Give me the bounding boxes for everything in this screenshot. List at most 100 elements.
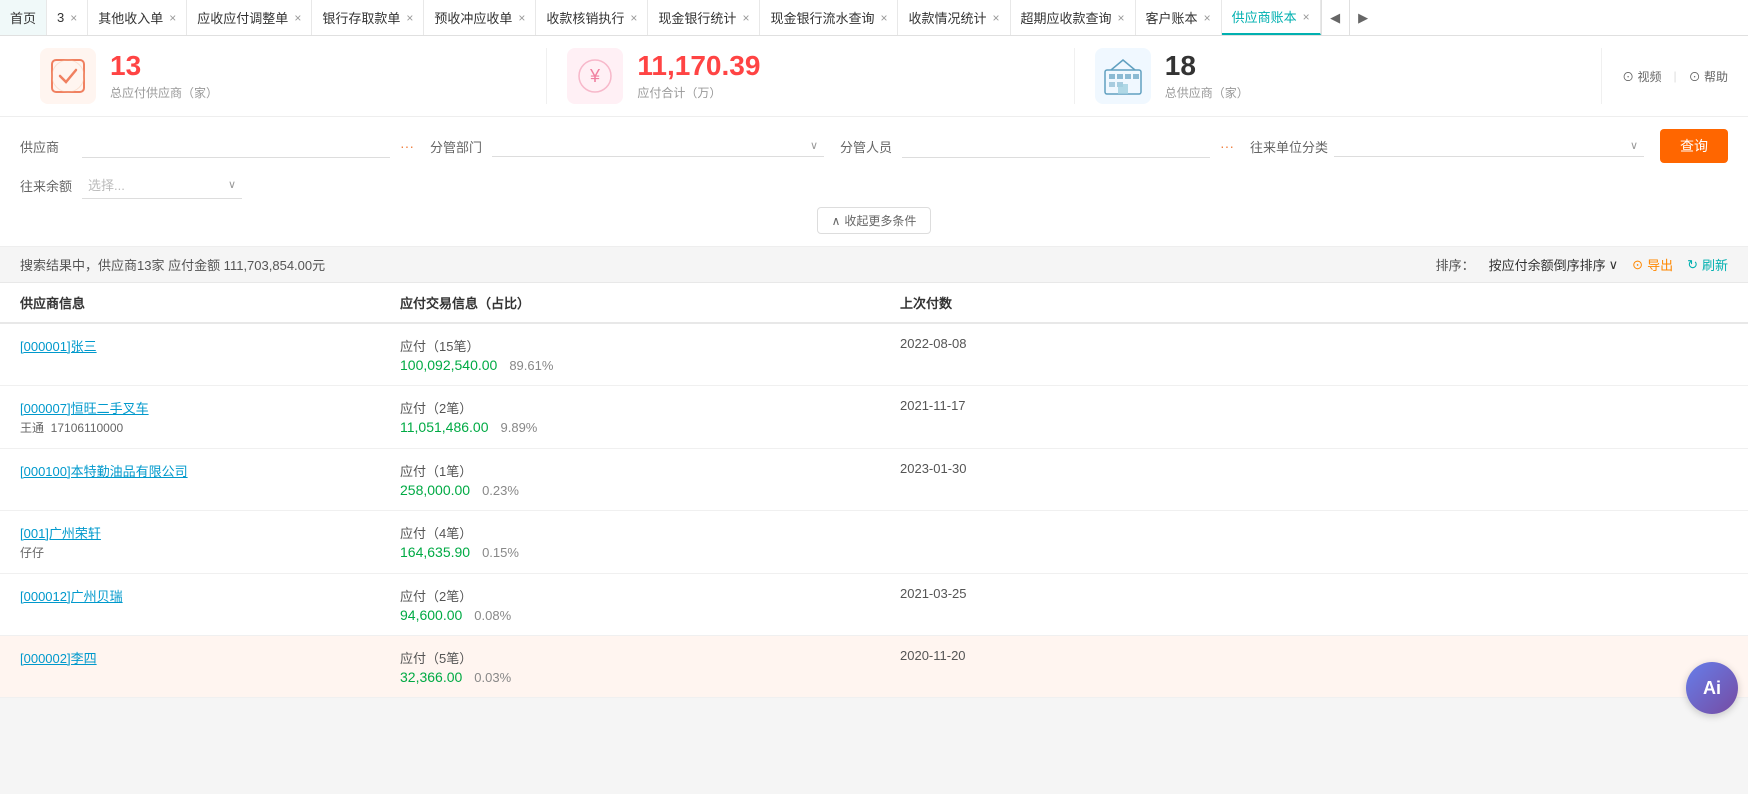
- nav-overdue-ar[interactable]: 超期应收款查询 ×: [1011, 0, 1136, 35]
- supplier-name-link[interactable]: [000007]恒旺二手叉车: [20, 398, 400, 417]
- filter-area: 供应商 ··· 分管部门 ∨ 分管人员 ··· 往来单位分类 ∨ 查询 往来: [0, 117, 1748, 247]
- balance-filter-label: 往来余额: [20, 176, 76, 195]
- last-pay-date: 2021-11-17: [900, 398, 966, 413]
- transaction-col: 应付（5笔） 32,366.00 0.03%: [400, 648, 900, 685]
- sort-select[interactable]: 按应付余额倒序排序 ∨: [1489, 255, 1619, 274]
- close-icon[interactable]: ×: [880, 11, 887, 25]
- supplier-ellipsis-btn[interactable]: ···: [400, 138, 414, 154]
- person-input[interactable]: [902, 134, 1210, 158]
- nav-prev-arrow[interactable]: ◀: [1321, 0, 1349, 35]
- last-pay-date: 2022-08-08: [900, 336, 967, 351]
- close-icon[interactable]: ×: [406, 11, 413, 25]
- transaction-pct: 0.08%: [474, 608, 511, 623]
- transaction-amount: 11,051,486.00: [400, 419, 489, 435]
- total-supplier-icon: [1095, 48, 1151, 104]
- payable-total-icon: ¥: [567, 48, 623, 104]
- close-icon[interactable]: ×: [70, 11, 77, 25]
- nav-prepay-offset[interactable]: 预收冲应收单 ×: [424, 0, 536, 35]
- transaction-col: 应付（2笔） 11,051,486.00 9.89%: [400, 398, 900, 435]
- close-icon[interactable]: ×: [742, 11, 749, 25]
- collapse-row: ∧ 收起更多条件: [20, 207, 1728, 234]
- supplier-filter-label: 供应商: [20, 137, 76, 156]
- supplier-info-col: [000001]张三: [20, 336, 400, 355]
- last-pay-date: 2023-01-30: [900, 461, 967, 476]
- transaction-pct: 9.89%: [501, 420, 538, 435]
- help-link[interactable]: ⊙ 帮助: [1689, 68, 1728, 85]
- category-filter-label: 往来单位分类: [1250, 137, 1328, 156]
- transaction-col: 应付（2笔） 94,600.00 0.08%: [400, 586, 900, 623]
- refresh-icon: ↻: [1687, 257, 1698, 273]
- sort-chevron-icon: ∨: [1609, 257, 1619, 273]
- last-pay-col: 2023-01-30: [900, 461, 1728, 476]
- nav-receipt-stat[interactable]: 收款情况统计 ×: [898, 0, 1010, 35]
- ai-assistant-button[interactable]: Ai: [1686, 662, 1738, 714]
- category-filter: 往来单位分类 ∨: [1250, 135, 1644, 157]
- nav-bank-deposit[interactable]: 银行存取款单 ×: [312, 0, 424, 35]
- supplier-name-link[interactable]: [000001]张三: [20, 336, 400, 355]
- collapse-button[interactable]: ∧ 收起更多条件: [817, 207, 932, 234]
- person-filter-label: 分管人员: [840, 137, 896, 156]
- transaction-label: 应付（15笔）: [400, 336, 900, 355]
- supplier-name-link[interactable]: [000100]本特勤油品有限公司: [20, 461, 400, 480]
- transaction-amount: 164,635.90: [400, 544, 470, 560]
- table-row[interactable]: [001]广州荣轩 仔仔 应付（4笔） 164,635.90 0.15%: [0, 511, 1748, 574]
- nav-tab3[interactable]: 3 ×: [47, 0, 88, 35]
- close-icon[interactable]: ×: [518, 11, 525, 25]
- nav-other-income[interactable]: 其他收入单 ×: [88, 0, 187, 35]
- supplier-name-link[interactable]: [001]广州荣轩: [20, 523, 400, 542]
- nav-supplier-ledger[interactable]: 供应商账本 ×: [1222, 0, 1321, 35]
- nav-home[interactable]: 首页: [0, 0, 47, 35]
- close-icon[interactable]: ×: [1204, 11, 1211, 25]
- stat-total-suppliers: 18 总供应商（家）: [1075, 48, 1602, 104]
- table-row[interactable]: [000001]张三 应付（15笔） 100,092,540.00 89.61%…: [0, 324, 1748, 386]
- supplier-name-link[interactable]: [000012]广州贝瑞: [20, 586, 400, 605]
- nav-next-arrow[interactable]: ▶: [1349, 0, 1377, 35]
- supplier-input[interactable]: [82, 134, 390, 158]
- table-row[interactable]: [000100]本特勤油品有限公司 应付（1笔） 258,000.00 0.23…: [0, 449, 1748, 511]
- main-table: 供应商信息 应付交易信息（占比） 上次付数 [000001]张三 应付（15笔）…: [0, 283, 1748, 698]
- collapse-up-icon: ∧: [832, 214, 841, 228]
- last-pay-col: 2021-03-25: [900, 586, 1728, 601]
- table-header: 供应商信息 应付交易信息（占比） 上次付数: [0, 283, 1748, 324]
- close-icon[interactable]: ×: [993, 11, 1000, 25]
- stat-payable-total: ¥ 11,170.39 应付合计（万）: [547, 48, 1074, 104]
- close-icon[interactable]: ×: [1303, 10, 1310, 24]
- table-row[interactable]: [000012]广州贝瑞 应付（2笔） 94,600.00 0.08% 2021…: [0, 574, 1748, 636]
- transaction-label: 应付（2笔）: [400, 398, 900, 417]
- top-navigation: 首页 3 × 其他收入单 × 应收应付调整单 × 银行存取款单 × 预收冲应收单…: [0, 0, 1748, 36]
- last-pay-col: 2021-11-17: [900, 398, 1728, 413]
- close-icon[interactable]: ×: [1118, 11, 1125, 25]
- dept-select[interactable]: ∨: [492, 135, 824, 157]
- close-icon[interactable]: ×: [294, 11, 301, 25]
- total-supplier-label: 总供应商（家）: [1165, 84, 1249, 101]
- refresh-button[interactable]: ↻ 刷新: [1687, 255, 1728, 274]
- col-header-supplier: 供应商信息: [20, 293, 400, 312]
- nav-ar-ap-adjust[interactable]: 应收应付调整单 ×: [187, 0, 312, 35]
- close-icon[interactable]: ×: [630, 11, 637, 25]
- dept-filter-label: 分管部门: [430, 137, 486, 156]
- transaction-pct: 0.23%: [482, 483, 519, 498]
- balance-select[interactable]: 选择... ∨: [82, 171, 242, 199]
- balance-chevron-icon: ∨: [228, 178, 236, 191]
- supplier-info-col: [000100]本特勤油品有限公司: [20, 461, 400, 480]
- results-summary: 搜索结果中，供应商13家 应付金额 111,703,854.00元: [20, 255, 325, 274]
- filter-row-1: 供应商 ··· 分管部门 ∨ 分管人员 ··· 往来单位分类 ∨ 查询: [20, 129, 1728, 163]
- close-icon[interactable]: ×: [169, 11, 176, 25]
- supplier-filter: 供应商 ···: [20, 134, 414, 158]
- table-row[interactable]: [000007]恒旺二手叉车 王通 17106110000 应付（2笔） 11,…: [0, 386, 1748, 449]
- nav-payment-verify[interactable]: 收款核销执行 ×: [536, 0, 648, 35]
- nav-cash-bank-flow[interactable]: 现金银行流水查询 ×: [760, 0, 898, 35]
- category-select[interactable]: ∨: [1334, 135, 1644, 157]
- total-supplier-count: 18: [1165, 51, 1249, 82]
- results-bar: 搜索结果中，供应商13家 应付金额 111,703,854.00元 排序： 按应…: [0, 247, 1748, 283]
- balance-filter: 往来余额 选择... ∨: [20, 171, 280, 199]
- nav-cash-bank-stat[interactable]: 现金银行统计 ×: [648, 0, 760, 35]
- table-row[interactable]: [000002]李四 应付（5笔） 32,366.00 0.03% 2020-1…: [0, 636, 1748, 698]
- person-ellipsis-btn[interactable]: ···: [1220, 138, 1234, 154]
- query-button[interactable]: 查询: [1660, 129, 1728, 163]
- supplier-name-link[interactable]: [000002]李四: [20, 648, 400, 667]
- video-link[interactable]: ⊙ 视频: [1622, 68, 1661, 85]
- export-icon: ⊙: [1632, 257, 1643, 273]
- nav-customer-ledger[interactable]: 客户账本 ×: [1136, 0, 1222, 35]
- export-button[interactable]: ⊙ 导出: [1632, 255, 1673, 274]
